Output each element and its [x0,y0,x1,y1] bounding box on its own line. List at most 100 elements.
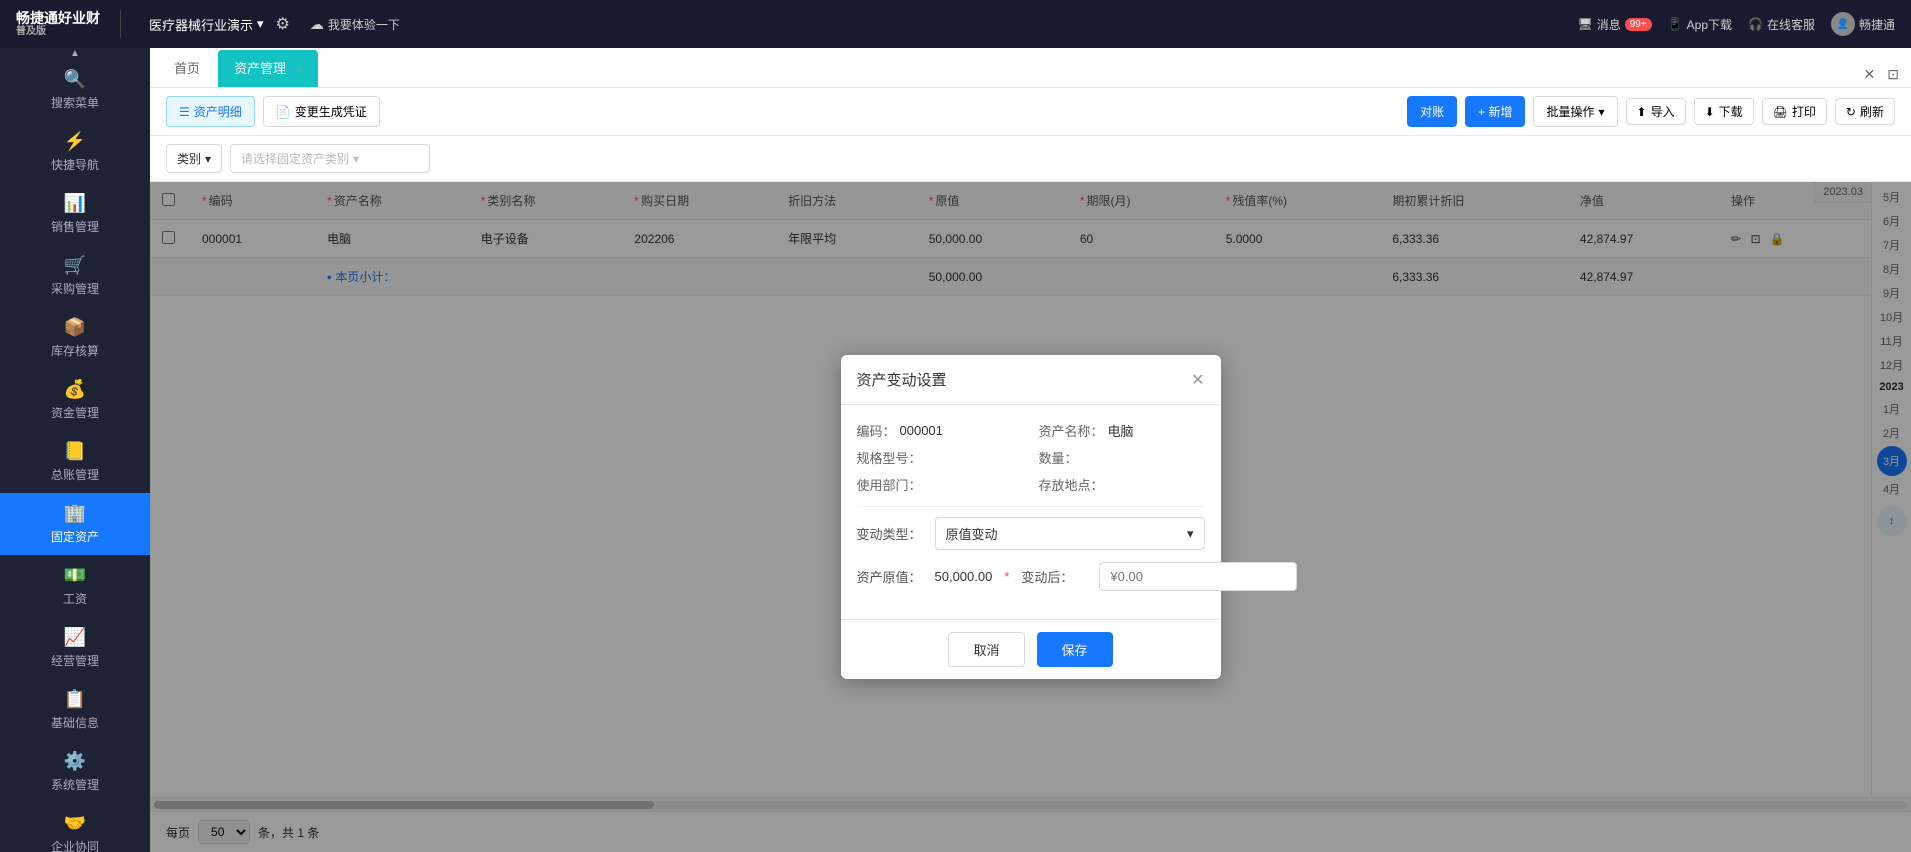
sidebar-item-finance[interactable]: 💰 资金管理 [0,369,150,431]
system-icon: ⚙️ [64,751,86,772]
experience-btn[interactable]: ☁ 我要体验一下 [310,16,400,33]
online-service-btn[interactable]: 🎧 在线客服 [1748,16,1815,33]
modal-location-item: 存放地点： [1039,475,1205,494]
search-icon: 🔍 [64,69,86,90]
user-menu[interactable]: 👤 畅捷通 [1831,12,1895,36]
tabbar: 首页 资产管理 × ✕ ⊡ [150,48,1911,88]
cancel-button[interactable]: 取消 [948,632,1024,667]
building-icon: 🏢 [64,503,86,524]
content-area: 首页 资产管理 × ✕ ⊡ ☰ 资产明细 📄 变更生成凭证 [150,48,1911,852]
sidebar-item-ledger[interactable]: 📒 总账管理 [0,431,150,493]
info-icon: 📋 [64,689,86,710]
window-close-icon[interactable]: ✕ [1860,62,1880,87]
company-selector[interactable]: 医疗器械行业演示 ▾ [149,15,264,34]
topbar-right: 🖥 消息 99+ 📱 App下载 🎧 在线客服 👤 畅捷通 [1577,12,1895,36]
settings-icon[interactable]: ⚙ [276,14,290,34]
refresh-icon: ↻ [1846,105,1856,119]
page-main: ☰ 资产明细 📄 变更生成凭证 对账 + 新增 批量操作 ▾ [150,88,1911,852]
original-value-label: 资产原值： [857,567,927,586]
sidebar: ▲ 🔍 搜索菜单 ⚡ 快捷导航 📊 销售管理 🛒 采购管理 📦 库存核算 💰 资… [0,48,150,852]
topbar: 畅捷通好业财 普及版 医疗器械行业演示 ▾ ⚙ ☁ 我要体验一下 🖥 消息 99… [0,0,1911,48]
change-voucher-btn[interactable]: 📄 变更生成凭证 [263,96,380,127]
wage-icon: 💵 [64,565,86,586]
modal-quantity-item: 数量： [1039,448,1205,467]
asset-detail-tab[interactable]: ☰ 资产明细 [166,96,255,127]
toolbar-right: 对账 + 新增 批量操作 ▾ ⬆ 导入 ⬇ 下载 [1407,96,1895,127]
sidebar-item-system[interactable]: ⚙️ 系统管理 [0,741,150,803]
download-icon: ⬇ [1705,105,1715,119]
download-btn[interactable]: ⬇ 下载 [1694,98,1754,125]
modal-header: 资产变动设置 ✕ [841,355,1221,405]
batch-ops-btn[interactable]: 批量操作 ▾ [1533,96,1617,127]
import-btn[interactable]: ⬆ 导入 [1626,98,1686,125]
modal-close-icon[interactable]: ✕ [1191,370,1204,390]
asset-change-modal: 资产变动设置 ✕ 编码： 000001 资产名称： [841,355,1221,679]
sidebar-item-operations[interactable]: 📈 经营管理 [0,617,150,679]
sidebar-item-inventory[interactable]: 📦 库存核算 [0,307,150,369]
sidebar-item-search[interactable]: 🔍 搜索菜单 [0,59,150,121]
sidebar-item-purchase[interactable]: 🛒 采购管理 [0,245,150,307]
sidebar-item-payroll[interactable]: 💵 工资 [0,555,150,617]
category-filter[interactable]: 类别 ▾ [166,144,222,173]
new-btn[interactable]: + 新增 [1465,96,1525,127]
filter-dropdown-icon: ▾ [205,152,211,166]
refresh-btn[interactable]: ↻ 刷新 [1835,98,1895,125]
avatar: 👤 [1831,12,1855,36]
voucher-icon: 📄 [276,105,291,119]
ops-icon: 📈 [64,627,86,648]
app-logo: 畅捷通好业财 普及版 [16,10,100,39]
sidebar-item-enterprise[interactable]: 🤝 企业协同 [0,803,150,852]
modal-spec-item: 规格型号： [857,448,1023,467]
change-type-label: 变动类型： [857,524,927,543]
sidebar-item-sales[interactable]: 📊 销售管理 [0,183,150,245]
print-icon: 🖨 [1773,105,1788,119]
cart-icon: 🛒 [64,255,86,276]
modal-divider [857,506,1205,507]
modal-asset-name-item: 资产名称： 电脑 [1039,421,1205,440]
flash-icon: ⚡ [64,131,86,152]
import-icon: ⬆ [1637,105,1647,119]
money-icon: 💰 [64,379,86,400]
change-type-select[interactable]: 原值变动 ▾ [935,517,1205,550]
original-value-display: 50,000.00 [935,563,993,590]
headset-icon: 🎧 [1748,17,1763,31]
collab-icon: 🤝 [64,813,86,834]
sidebar-item-fixed[interactable]: 🏢 固定资产 [0,493,150,555]
modal-code-item: 编码： 000001 [857,421,1023,440]
modal-title: 资产变动设置 [857,369,947,390]
print-btn[interactable]: 🖨 打印 [1762,98,1827,125]
required-marker: * [1004,569,1009,584]
page-toolbar: ☰ 资产明细 📄 变更生成凭证 对账 + 新增 批量操作 ▾ [150,88,1911,136]
dropdown-icon: ▾ [257,16,264,32]
modal-info-grid: 编码： 000001 资产名称： 电脑 规格型号： [857,421,1205,494]
ledger-icon: 📒 [64,441,86,462]
sidebar-scroll-up[interactable]: ▲ [0,48,150,59]
window-controls: ✕ ⊡ [1860,62,1903,87]
sidebar-item-quicknav[interactable]: ⚡ 快捷导航 [0,121,150,183]
main-layout: ▲ 🔍 搜索菜单 ⚡ 快捷导航 📊 销售管理 🛒 采购管理 📦 库存核算 💰 资… [0,48,1911,852]
category-value-filter[interactable]: 请选择固定资产类别 ▾ [230,144,430,173]
modal-change-type-row: 变动类型： 原值变动 ▾ [857,517,1205,550]
modal-footer: 取消 保存 [841,619,1221,679]
modal-original-value-row: 资产原值： 50,000.00 * 变动后： [857,562,1205,591]
box-icon: 📦 [64,317,86,338]
message-icon: 🖥 [1577,17,1592,31]
modal-body: 编码： 000001 资产名称： 电脑 规格型号： [841,405,1221,619]
window-maximize-icon[interactable]: ⊡ [1883,62,1903,87]
phone-icon: 📱 [1668,17,1683,31]
app-download-btn[interactable]: 📱 App下载 [1668,16,1732,33]
message-btn[interactable]: 🖥 消息 99+ [1577,16,1651,33]
tab-home[interactable]: 首页 [158,50,216,87]
select-dropdown-icon: ▾ [1187,526,1194,542]
list-icon: ☰ [179,105,190,119]
table-wrapper: 2023.03 *编码 *资产名称 *类别名称 *购买日期 折旧方 [150,182,1911,852]
filter-row: 类别 ▾ 请选择固定资产类别 ▾ [150,136,1911,182]
after-change-input[interactable] [1099,562,1297,591]
sidebar-item-basic[interactable]: 📋 基础信息 [0,679,150,741]
save-button[interactable]: 保存 [1037,632,1113,667]
tab-asset-mgmt[interactable]: 资产管理 × [218,50,318,87]
modal-overlay[interactable]: 资产变动设置 ✕ 编码： 000001 资产名称： [150,182,1911,852]
tab-close-icon[interactable]: × [296,64,302,76]
reconcile-btn[interactable]: 对账 [1407,96,1457,127]
chart-icon: 📊 [64,193,86,214]
